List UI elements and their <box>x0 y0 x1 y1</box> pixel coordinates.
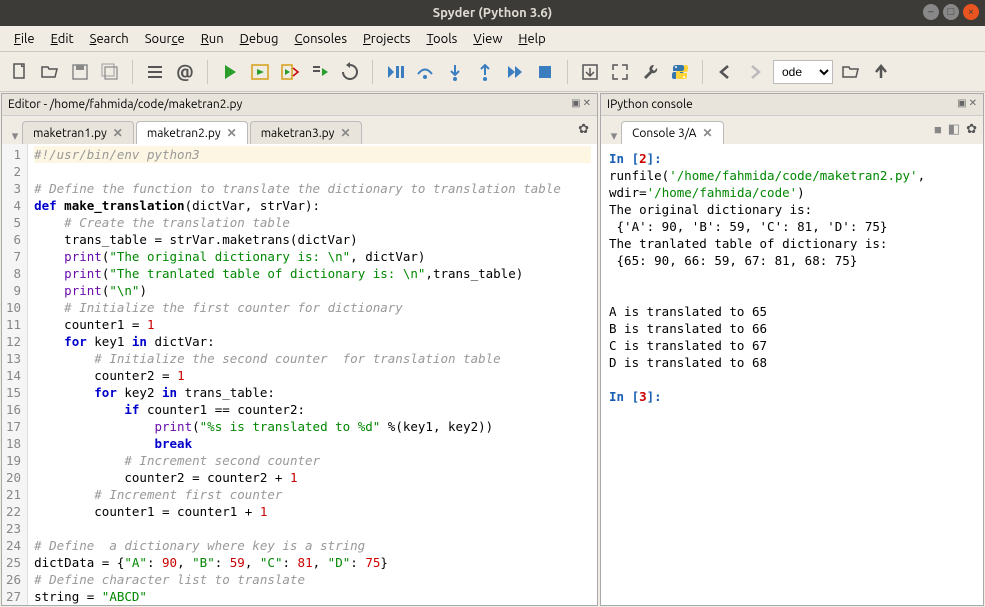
pane-close-icon[interactable]: ✕ <box>583 97 591 109</box>
titlebar: Spyder (Python 3.6) – □ × <box>0 0 985 26</box>
menu-consoles[interactable]: Consoles <box>289 30 353 48</box>
line-numbers: 1 2 3 4 5 6 7 8 9 10 11 12 13 14 15 16 1… <box>2 144 28 605</box>
console-pane: IPython console ▣✕ ▾ Console 3/A✕ ■ ◧ ✿ … <box>600 93 984 606</box>
run-icon[interactable] <box>218 60 242 84</box>
editor-body[interactable]: 1 2 3 4 5 6 7 8 9 10 11 12 13 14 15 16 1… <box>2 144 597 605</box>
tab-maketran3[interactable]: maketran3.py ✕ <box>250 121 362 144</box>
import-icon[interactable] <box>578 60 602 84</box>
console-tab[interactable]: Console 3/A ✕ <box>621 121 724 144</box>
tab-close-icon[interactable]: ✕ <box>702 126 712 140</box>
back-icon[interactable] <box>713 60 737 84</box>
editor-pane: Editor - /home/fahmida/code/maketran2.py… <box>1 93 598 606</box>
tab-close-icon[interactable]: ✕ <box>113 126 123 140</box>
step-over-icon[interactable] <box>413 60 437 84</box>
interrupt-icon[interactable]: ■ <box>934 122 942 137</box>
console-body[interactable]: In [2]: runfile('/home/fahmida/code/make… <box>601 144 983 605</box>
close-button[interactable]: × <box>963 4 979 20</box>
clear-icon[interactable]: ◧ <box>948 122 960 137</box>
editor-title: Editor - /home/fahmida/code/maketran2.py <box>8 98 242 111</box>
menubar: FileEditSearchSourceRunDebugConsolesProj… <box>0 26 985 52</box>
console-title: IPython console <box>607 98 693 111</box>
menu-help[interactable]: Help <box>512 30 551 48</box>
menu-tools[interactable]: Tools <box>420 30 463 48</box>
at-icon[interactable]: @ <box>173 60 197 84</box>
tab-label: maketran3.py <box>261 127 335 140</box>
menu-edit[interactable]: Edit <box>45 30 80 48</box>
open-file-icon[interactable] <box>38 60 62 84</box>
tab-label: maketran1.py <box>33 127 107 140</box>
pane-undock-icon[interactable]: ▣ <box>571 97 580 109</box>
menu-sour[interactable]: Source <box>139 30 191 48</box>
window-title: Spyder (Python 3.6) <box>433 6 552 20</box>
tab-list-icon[interactable]: ▾ <box>607 129 621 144</box>
rerun-icon[interactable] <box>338 60 362 84</box>
console-title-bar: IPython console ▣✕ <box>601 94 983 116</box>
run-cell-icon[interactable] <box>248 60 272 84</box>
menu-view[interactable]: View <box>467 30 508 48</box>
tab-list-icon[interactable]: ▾ <box>8 129 22 144</box>
editor-tabbar: ▾ maketran1.py ✕ maketran2.py ✕ maketran3.… <box>2 116 597 144</box>
menu-file[interactable]: File <box>8 30 41 48</box>
browse-folder-icon[interactable] <box>839 60 863 84</box>
tab-label: Console 3/A <box>632 127 696 140</box>
toolbar: @ ode <box>0 52 985 92</box>
save-all-icon[interactable] <box>98 60 122 84</box>
maximize-pane-icon[interactable] <box>608 60 632 84</box>
menu-projects[interactable]: Projects <box>357 30 416 48</box>
editor-options-icon[interactable]: ✿ <box>578 122 589 137</box>
forward-icon[interactable] <box>743 60 767 84</box>
console-options-icon[interactable]: ✿ <box>966 122 977 137</box>
wrench-icon[interactable] <box>638 60 662 84</box>
menu-debug[interactable]: Debug <box>234 30 285 48</box>
tab-close-icon[interactable]: ✕ <box>340 126 350 140</box>
working-dir-combo[interactable]: ode <box>773 60 833 84</box>
step-out-icon[interactable] <box>473 60 497 84</box>
stop-icon[interactable] <box>533 60 557 84</box>
console-tabbar: ▾ Console 3/A ✕ ■ ◧ ✿ <box>601 116 983 144</box>
tab-close-icon[interactable]: ✕ <box>227 126 237 140</box>
save-icon[interactable] <box>68 60 92 84</box>
menu-search[interactable]: Search <box>84 30 135 48</box>
parent-dir-icon[interactable] <box>869 60 893 84</box>
pane-undock-icon[interactable]: ▣ <box>957 97 966 109</box>
tab-label: maketran2.py <box>147 127 221 140</box>
step-into-icon[interactable] <box>443 60 467 84</box>
pane-close-icon[interactable]: ✕ <box>969 97 977 109</box>
debug-play-pause-icon[interactable] <box>383 60 407 84</box>
list-icon[interactable] <box>143 60 167 84</box>
menu-run[interactable]: Run <box>195 30 230 48</box>
run-cell-advance-icon[interactable] <box>278 60 302 84</box>
continue-icon[interactable] <box>503 60 527 84</box>
maximize-button[interactable]: □ <box>943 4 959 20</box>
tab-maketran1[interactable]: maketran1.py ✕ <box>22 121 134 144</box>
minimize-button[interactable]: – <box>923 4 939 20</box>
code-area[interactable]: #!/usr/bin/env python3 # Define the func… <box>28 144 597 605</box>
tab-maketran2[interactable]: maketran2.py ✕ <box>136 121 248 144</box>
run-selection-icon[interactable] <box>308 60 332 84</box>
editor-title-bar: Editor - /home/fahmida/code/maketran2.py… <box>2 94 597 116</box>
python-icon[interactable] <box>668 60 692 84</box>
new-file-icon[interactable] <box>8 60 32 84</box>
